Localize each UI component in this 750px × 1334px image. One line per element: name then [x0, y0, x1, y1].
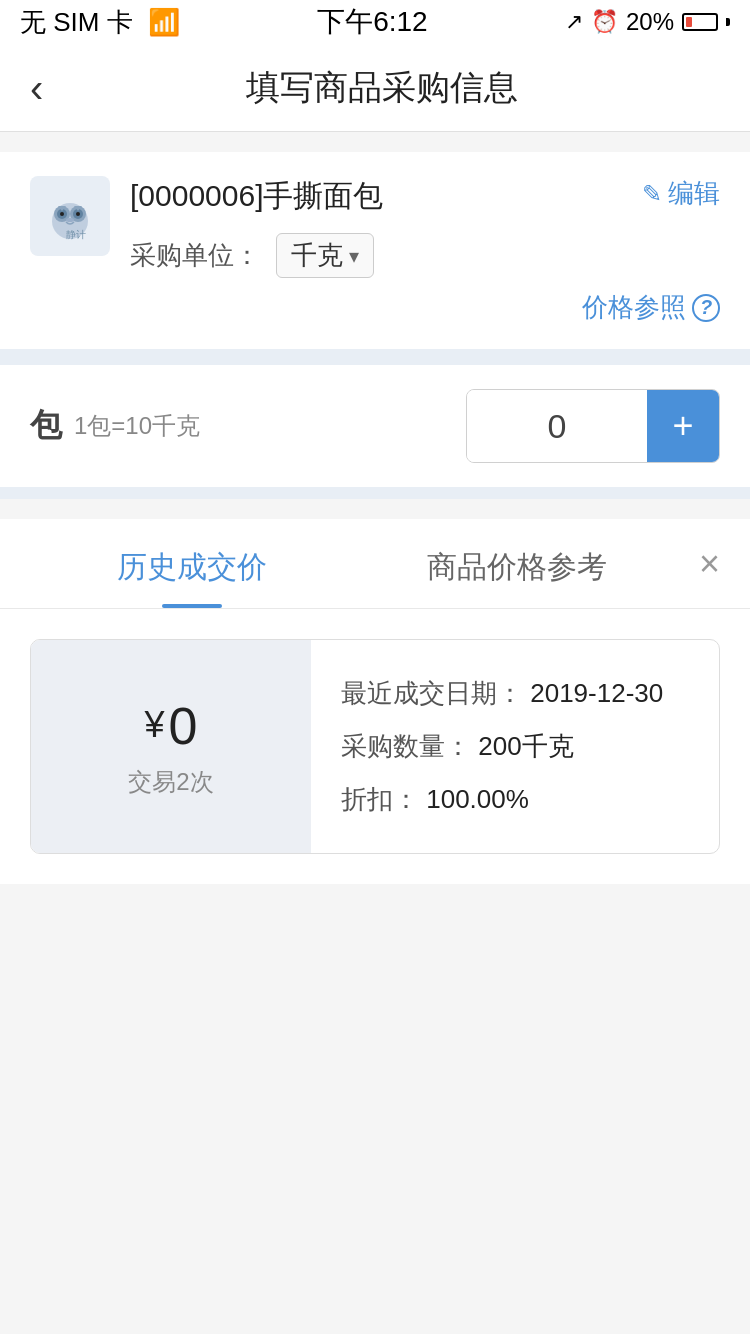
svg-text:静计: 静计	[66, 229, 86, 240]
recent-date-row: 最近成交日期： 2019-12-30	[341, 676, 689, 711]
conversion-note: 1包=10千克	[74, 410, 200, 442]
purchase-qty-value: 200千克	[478, 731, 573, 761]
status-left: 无 SIM 卡 📶	[20, 5, 180, 40]
page-title: 填写商品采购信息	[43, 65, 720, 111]
svg-point-6	[76, 212, 80, 216]
price-card-left: ¥ 0 交易2次	[31, 640, 311, 853]
section-divider	[0, 349, 750, 365]
product-bottom: 价格参照 ?	[30, 290, 720, 325]
recent-date-value: 2019-12-30	[530, 678, 663, 708]
edit-button[interactable]: ✎ 编辑	[642, 176, 720, 211]
edit-icon: ✎	[642, 180, 662, 208]
unit-badge: 包	[30, 404, 62, 448]
product-name: [0000006]手撕面包	[130, 176, 383, 217]
product-card: 静计 [0000006]手撕面包 采购单位： 千克 ▾ ✎ 编辑 价格参照	[0, 152, 750, 349]
discount-label: 折扣：	[341, 784, 419, 814]
status-time: 下午6:12	[317, 3, 428, 41]
tabs-divider	[0, 487, 750, 499]
svg-point-7	[66, 218, 74, 222]
tab-history-price[interactable]: 历史成交价	[30, 519, 354, 608]
alarm-icon: ⏰	[591, 9, 618, 35]
product-unit-row: 采购单位： 千克 ▾	[130, 233, 383, 278]
price-card: ¥ 0 交易2次 最近成交日期： 2019-12-30 采购数量： 200千克 …	[30, 639, 720, 854]
unit-value: 千克	[291, 238, 343, 273]
price-amount: 0	[169, 696, 198, 756]
product-info: [0000006]手撕面包 采购单位： 千克 ▾	[130, 176, 383, 278]
price-value: ¥ 0	[145, 696, 198, 756]
purchase-qty-label: 采购数量：	[341, 731, 471, 761]
tabs-close-button[interactable]: ×	[679, 526, 720, 602]
quantity-plus-button[interactable]: +	[647, 390, 719, 462]
discount-value: 100.00%	[426, 784, 529, 814]
quantity-input-group: +	[466, 389, 720, 463]
currency-symbol: ¥	[145, 704, 165, 746]
status-bar: 无 SIM 卡 📶 下午6:12 ↗ ⏰ 20%	[0, 0, 750, 44]
tabs-panel: 历史成交价 商品价格参考 × ¥ 0 交易2次 最近成交日期： 2019-12-…	[0, 519, 750, 884]
tab-content: ¥ 0 交易2次 最近成交日期： 2019-12-30 采购数量： 200千克 …	[0, 609, 750, 884]
unit-select[interactable]: 千克 ▾	[276, 233, 374, 278]
product-logo: 静计	[40, 186, 100, 246]
unit-label: 采购单位：	[130, 238, 260, 273]
purchase-qty-row: 采购数量： 200千克	[341, 729, 689, 764]
price-ref-label: 价格参照	[582, 290, 686, 325]
quantity-row: 包 1包=10千克 +	[0, 365, 750, 487]
product-thumbnail: 静计	[30, 176, 110, 256]
page-rest	[0, 884, 750, 1334]
trade-count: 交易2次	[128, 766, 213, 798]
recent-date-label: 最近成交日期：	[341, 678, 523, 708]
edit-label: 编辑	[668, 176, 720, 211]
sim-status: 无 SIM 卡	[20, 7, 133, 37]
quantity-label: 包 1包=10千克	[30, 404, 200, 448]
battery-percent: 20%	[626, 8, 674, 36]
battery-icon	[682, 13, 718, 31]
price-ref-button[interactable]: 价格参照 ?	[582, 290, 720, 325]
battery-tip	[726, 18, 730, 26]
quantity-input[interactable]	[467, 390, 647, 462]
gps-icon: ↗	[565, 9, 583, 35]
wifi-icon: 📶	[148, 7, 180, 37]
product-left: 静计 [0000006]手撕面包 采购单位： 千克 ▾	[30, 176, 383, 278]
tab-product-price-ref[interactable]: 商品价格参考	[354, 519, 678, 608]
info-icon: ?	[692, 294, 720, 322]
discount-row: 折扣： 100.00%	[341, 782, 689, 817]
tabs-header: 历史成交价 商品价格参考 ×	[0, 519, 750, 609]
chevron-down-icon: ▾	[349, 244, 359, 268]
svg-point-5	[60, 212, 64, 216]
price-card-right: 最近成交日期： 2019-12-30 采购数量： 200千克 折扣： 100.0…	[311, 640, 719, 853]
nav-bar: ‹ 填写商品采购信息	[0, 44, 750, 132]
back-button[interactable]: ‹	[30, 68, 43, 108]
status-right: ↗ ⏰ 20%	[565, 8, 730, 36]
product-header: 静计 [0000006]手撕面包 采购单位： 千克 ▾ ✎ 编辑	[30, 176, 720, 278]
